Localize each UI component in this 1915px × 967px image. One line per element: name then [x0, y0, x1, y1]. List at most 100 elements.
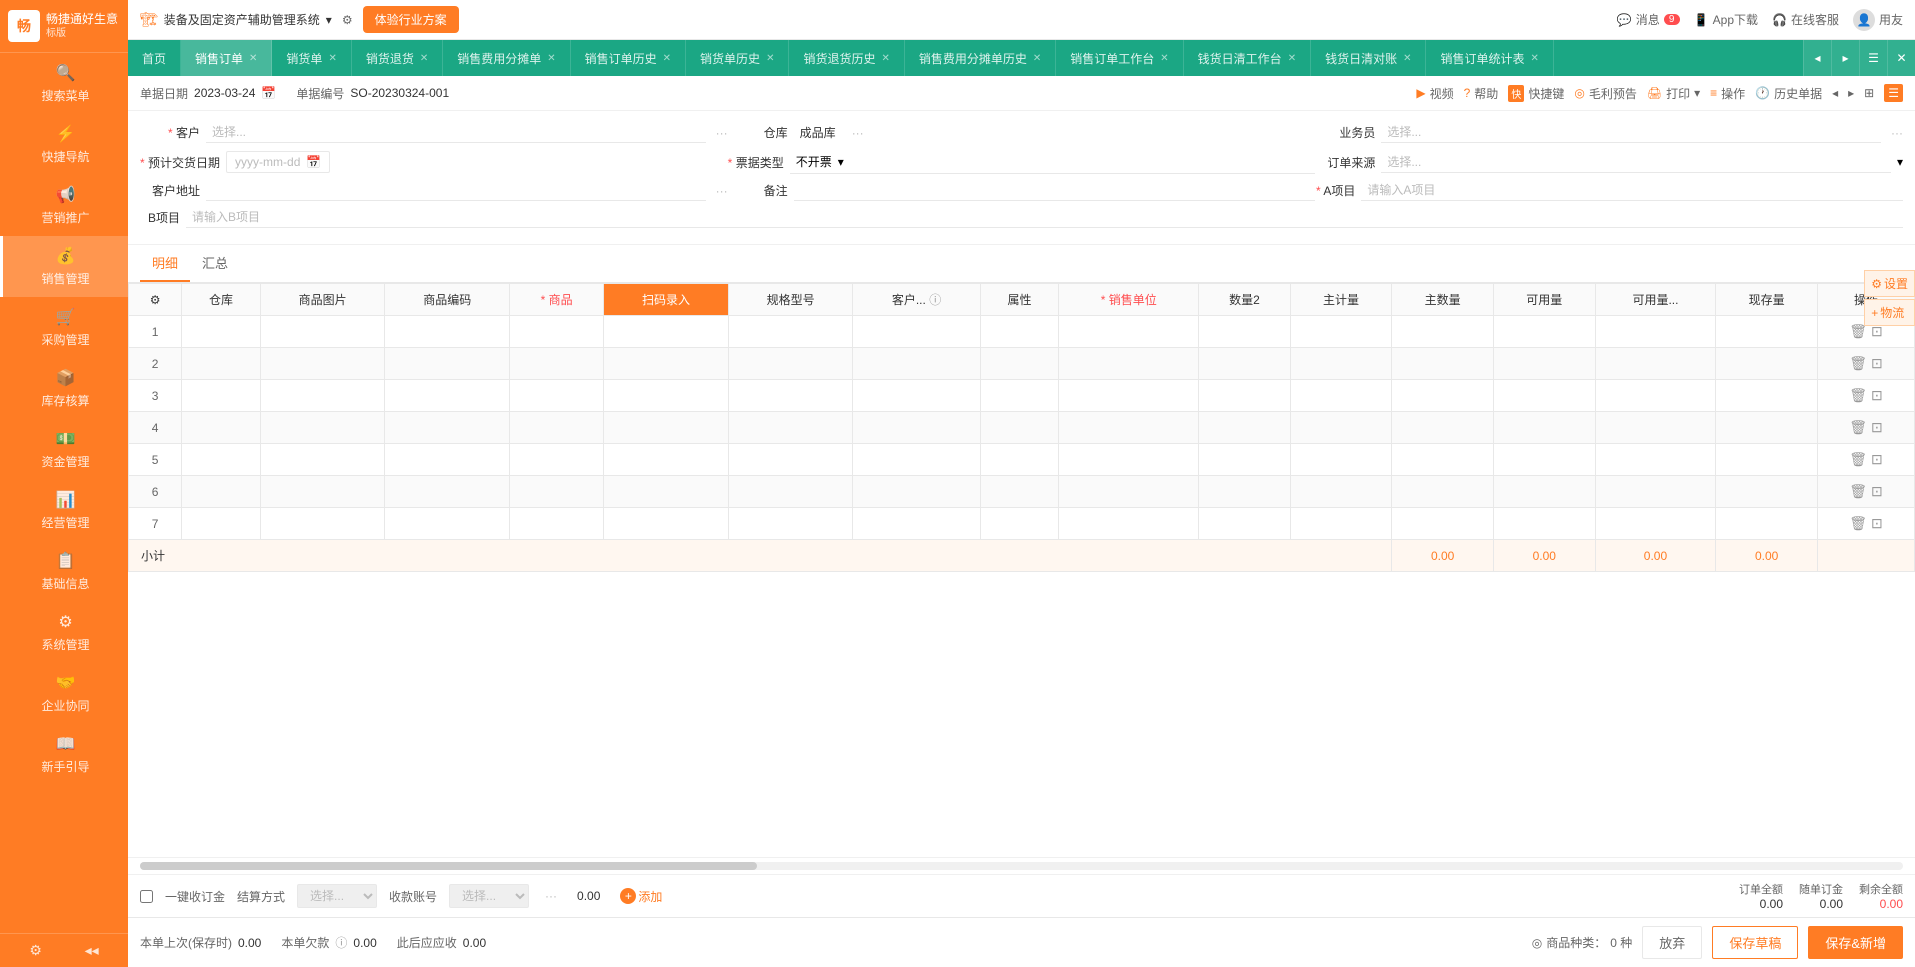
solution-button[interactable]: 体验行业方案: [363, 6, 459, 33]
row-5-delete[interactable]: 🗑: [1849, 451, 1867, 468]
row-2-warehouse[interactable]: [182, 348, 261, 380]
row-1-code[interactable]: [385, 316, 510, 348]
row-2-qty2[interactable]: [1199, 348, 1290, 380]
row-5-customer-code[interactable]: [853, 444, 980, 476]
sidebar-item-operations[interactable]: 📊 经营管理: [0, 480, 128, 541]
row-5-stock[interactable]: [1716, 444, 1818, 476]
row-2-main-qty[interactable]: [1392, 348, 1494, 380]
tab-order-history[interactable]: 销售订单历史 ✕: [571, 40, 686, 76]
a-project-input[interactable]: [1361, 180, 1903, 201]
sidebar-item-guide[interactable]: 📖 新手引导: [0, 724, 128, 785]
row-7-main-unit[interactable]: [1290, 508, 1392, 540]
tab-close-return-history[interactable]: ✕: [881, 53, 889, 64]
row-2-attr[interactable]: [980, 348, 1059, 380]
row-2-copy[interactable]: ⊡: [1871, 355, 1883, 372]
toolbar-list-icon[interactable]: ☰: [1884, 84, 1903, 102]
row-3-delete[interactable]: 🗑: [1849, 387, 1867, 404]
row-1-scan[interactable]: [604, 316, 729, 348]
col-settings[interactable]: ⚙: [129, 284, 182, 316]
row-5-available2[interactable]: [1595, 444, 1716, 476]
b-project-input[interactable]: [186, 207, 1903, 228]
row-2-image[interactable]: [260, 348, 385, 380]
tab-detail[interactable]: 明细: [140, 245, 190, 282]
row-1-product[interactable]: [510, 316, 604, 348]
tab-close-order-workbench[interactable]: ✕: [1160, 53, 1168, 64]
row-6-main-unit[interactable]: [1290, 476, 1392, 508]
row-1-customer-code[interactable]: [853, 316, 980, 348]
row-7-scan[interactable]: [604, 508, 729, 540]
row-1-stock[interactable]: [1716, 316, 1818, 348]
tabs-scroll-left[interactable]: ◂: [1803, 40, 1831, 76]
settlement-select[interactable]: 选择...: [297, 884, 377, 908]
row-4-main-qty[interactable]: [1392, 412, 1494, 444]
row-5-main-qty[interactable]: [1392, 444, 1494, 476]
row-3-attr[interactable]: [980, 380, 1059, 412]
row-6-available[interactable]: [1493, 476, 1595, 508]
warehouse-ellipsis[interactable]: ···: [852, 126, 864, 140]
sidebar-item-system[interactable]: ⚙ 系统管理: [0, 602, 128, 663]
row-4-code[interactable]: [385, 412, 510, 444]
col-scan[interactable]: 扫码录入: [604, 284, 729, 316]
tabs-close-all[interactable]: ✕: [1887, 40, 1915, 76]
row-6-image[interactable]: [260, 476, 385, 508]
logistics-btn[interactable]: + 物流: [1864, 299, 1915, 326]
row-4-main-unit[interactable]: [1290, 412, 1392, 444]
row-7-spec[interactable]: [728, 508, 853, 540]
row-7-image[interactable]: [260, 508, 385, 540]
customer-ellipsis[interactable]: ···: [716, 126, 728, 140]
row-3-stock[interactable]: [1716, 380, 1818, 412]
row-7-unit[interactable]: [1059, 508, 1199, 540]
sidebar-collapse-btn[interactable]: ◂◂: [85, 942, 99, 959]
row-6-available2[interactable]: [1595, 476, 1716, 508]
row-4-image[interactable]: [260, 412, 385, 444]
tab-stats[interactable]: 销售订单统计表 ✕: [1426, 40, 1553, 76]
address-ellipsis[interactable]: ···: [716, 184, 728, 198]
receipt-ellipsis[interactable]: ···: [545, 889, 557, 903]
address-input[interactable]: [206, 180, 706, 201]
tab-close-order-history[interactable]: ✕: [663, 53, 671, 64]
row-1-attr[interactable]: [980, 316, 1059, 348]
row-4-qty2[interactable]: [1199, 412, 1290, 444]
row-6-product[interactable]: [510, 476, 604, 508]
tab-invoice-history[interactable]: 销货单历史 ✕: [686, 40, 789, 76]
row-3-warehouse[interactable]: [182, 380, 261, 412]
row-5-spec[interactable]: [728, 444, 853, 476]
row-6-code[interactable]: [385, 476, 510, 508]
order-source-input[interactable]: [1381, 152, 1891, 173]
row-3-available2[interactable]: [1595, 380, 1716, 412]
row-6-main-qty[interactable]: [1392, 476, 1494, 508]
history-btn[interactable]: 🕐 历史单据: [1755, 85, 1822, 102]
date-picker-icon[interactable]: 📅: [306, 155, 321, 169]
save-draft-button[interactable]: 保存草稿: [1712, 926, 1798, 959]
print-btn[interactable]: 🖨 打印 ▾: [1647, 85, 1700, 102]
tab-close-fee-split-history[interactable]: ✕: [1033, 53, 1041, 64]
row-3-spec[interactable]: [728, 380, 853, 412]
row-4-product[interactable]: [510, 412, 604, 444]
sidebar-item-inventory[interactable]: 📦 库存核算: [0, 358, 128, 419]
topbar-settings-icon[interactable]: ⚙: [342, 13, 353, 27]
row-3-image[interactable]: [260, 380, 385, 412]
tab-close-invoice-history[interactable]: ✕: [766, 53, 774, 64]
row-6-delete[interactable]: 🗑: [1849, 483, 1867, 500]
delivery-date-input[interactable]: yyyy-mm-dd 📅: [226, 151, 330, 173]
row-3-customer-code[interactable]: [853, 380, 980, 412]
row-2-delete[interactable]: 🗑: [1849, 355, 1867, 372]
message-btn[interactable]: 💬 消息 9: [1617, 11, 1680, 28]
row-3-main-unit[interactable]: [1290, 380, 1392, 412]
row-3-scan[interactable]: [604, 380, 729, 412]
row-7-available2[interactable]: [1595, 508, 1716, 540]
sidebar-item-basic-info[interactable]: 📋 基础信息: [0, 541, 128, 602]
tab-sales-invoice[interactable]: 销货单 ✕: [272, 40, 351, 76]
row-7-delete[interactable]: 🗑: [1849, 515, 1867, 532]
ticket-type-select[interactable]: 不开票 ▾: [790, 150, 1316, 174]
tab-fee-split[interactable]: 销售费用分摊单 ✕: [443, 40, 570, 76]
save-new-button[interactable]: 保存&新增: [1808, 926, 1903, 959]
row-6-stock[interactable]: [1716, 476, 1818, 508]
tab-close-reconcile[interactable]: ✕: [1403, 53, 1411, 64]
tab-home[interactable]: 首页: [128, 40, 181, 76]
view-btn[interactable]: ▶ 视频: [1416, 85, 1453, 102]
row-2-product[interactable]: [510, 348, 604, 380]
row-7-available[interactable]: [1493, 508, 1595, 540]
online-service-btn[interactable]: 🎧 在线客服: [1772, 11, 1839, 28]
row-6-warehouse[interactable]: [182, 476, 261, 508]
